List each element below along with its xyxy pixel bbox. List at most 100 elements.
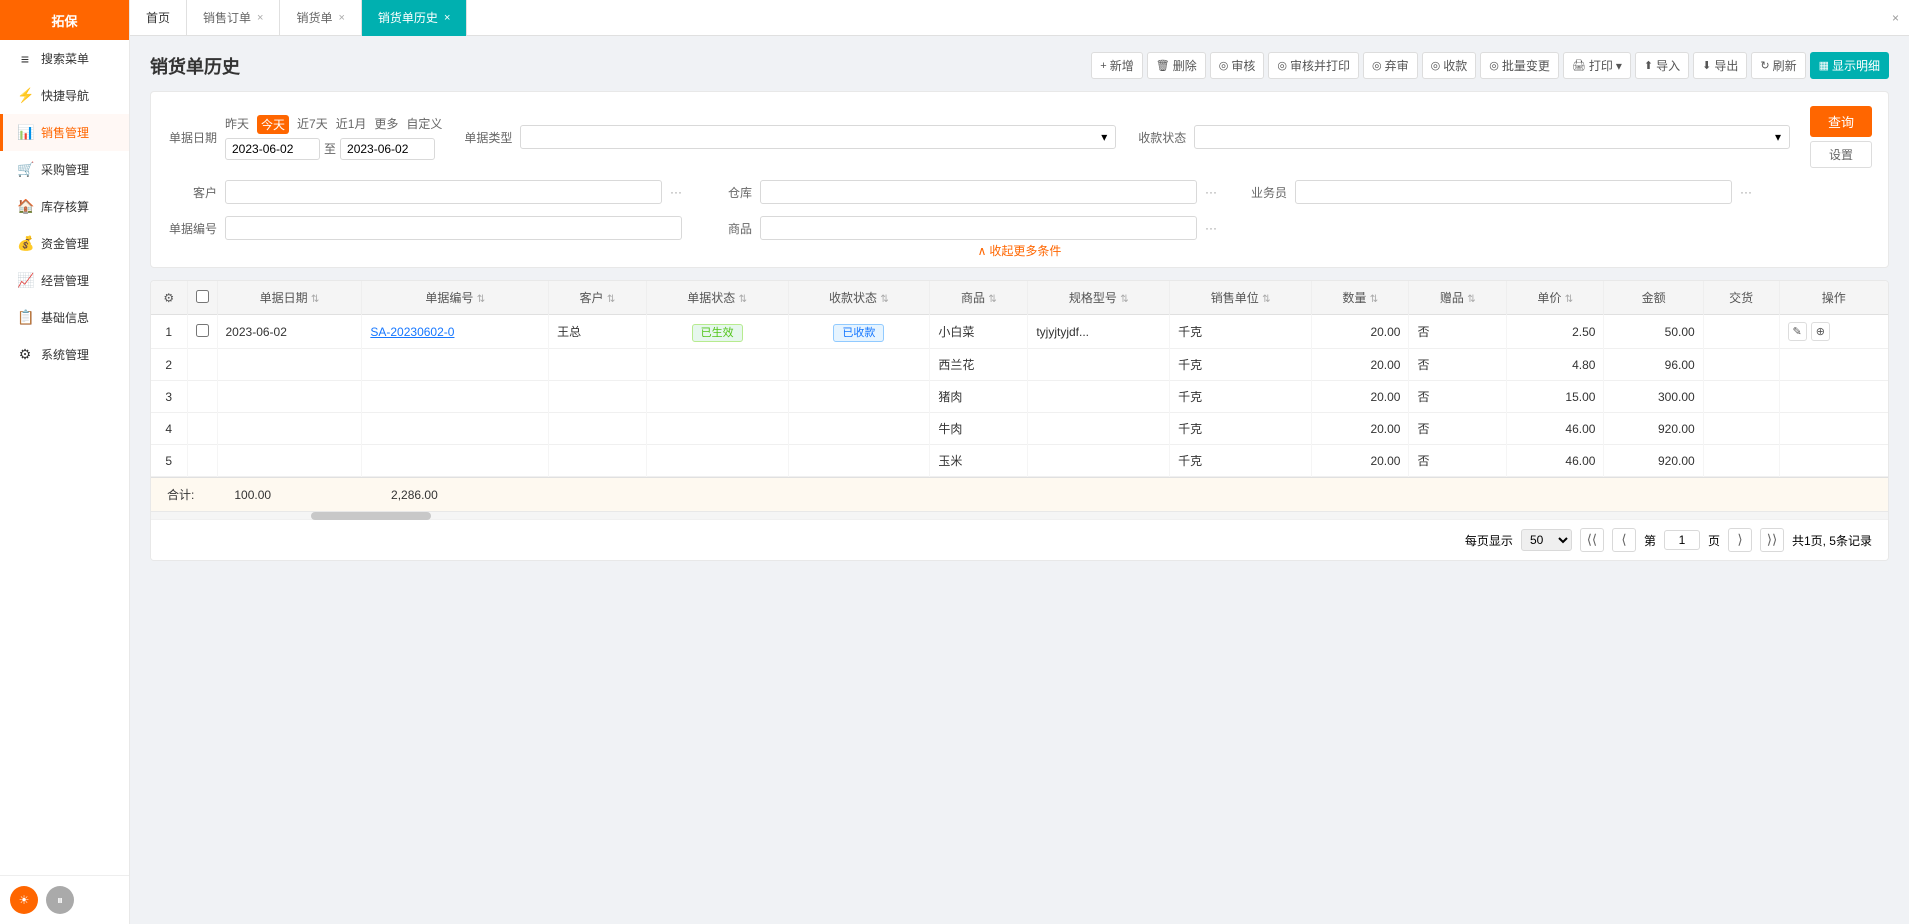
th-goods[interactable]: 商品 ⇅ — [930, 281, 1028, 315]
warehouse-input[interactable] — [760, 180, 1197, 204]
td-sales-unit: 千克 — [1170, 349, 1312, 381]
row-edit-btn[interactable]: ✎ — [1788, 322, 1807, 341]
tab-sales-order-close[interactable]: × — [257, 12, 263, 24]
sidebar-item-quick-nav[interactable]: ⚡ 快捷导航 — [0, 77, 129, 114]
tab-sales-goods[interactable]: 销货单 × — [280, 0, 361, 36]
warehouse-ellipsis[interactable]: ··· — [1205, 185, 1217, 199]
date-tab-today[interactable]: 今天 — [257, 115, 289, 134]
window-close-btn[interactable]: × — [1882, 11, 1909, 25]
prev-page-button[interactable]: ⟨ — [1612, 528, 1636, 552]
audit-print-label: 审核并打印 — [1290, 57, 1350, 74]
th-sales-unit[interactable]: 销售单位 ⇅ — [1170, 281, 1312, 315]
page-number-input[interactable] — [1664, 530, 1700, 550]
page-size-select[interactable]: 20 50 100 — [1521, 529, 1572, 551]
th-doc-status[interactable]: 单据状态 ⇅ — [646, 281, 788, 315]
th-doc-date[interactable]: 单据日期 ⇅ — [217, 281, 362, 315]
customer-ellipsis[interactable]: ··· — [670, 185, 682, 199]
show-detail-button[interactable]: ▦ 显示明细 — [1810, 52, 1889, 79]
doc-type-select[interactable]: ▾ — [520, 125, 1116, 149]
query-button[interactable]: 查询 — [1810, 106, 1872, 137]
sidebar-item-sys-mgmt[interactable]: ⚙ 系统管理 — [0, 336, 129, 373]
th-gift[interactable]: 赠品 ⇅ — [1409, 281, 1506, 315]
tab-home[interactable]: 首页 — [130, 0, 187, 36]
sidebar-item-basic-info[interactable]: 📋 基础信息 — [0, 299, 129, 336]
sidebar-item-finance-mgmt[interactable]: 💰 资金管理 — [0, 225, 129, 262]
sidebar-item-sales-mgmt[interactable]: 📊 销售管理 — [0, 114, 129, 151]
collapse-up-icon: ∧ — [978, 244, 987, 258]
audit-button[interactable]: ◎ 审核 — [1210, 52, 1265, 79]
goods-ellipsis[interactable]: ··· — [1205, 221, 1217, 235]
th-spec[interactable]: 规格型号 ⇅ — [1028, 281, 1170, 315]
date-tab-7days[interactable]: 近7天 — [297, 115, 328, 134]
tab-sales-history-close[interactable]: × — [444, 12, 450, 24]
refresh-button[interactable]: ↻ 刷新 — [1751, 52, 1805, 79]
row-copy-btn[interactable]: ⊕ — [1811, 322, 1830, 341]
batch-change-button[interactable]: ◎ 批量变更 — [1480, 52, 1559, 79]
doc-no-link[interactable]: SA-20230602-0 — [370, 325, 454, 339]
collect-icon: ◎ — [1431, 59, 1441, 72]
footer-total-amount: 2,286.00 — [391, 488, 438, 502]
td-gift: 否 — [1409, 413, 1506, 445]
customer-input[interactable] — [225, 180, 662, 204]
sort-unit-price-icon: ⇅ — [1565, 294, 1573, 305]
date-from-input[interactable] — [225, 138, 320, 160]
td-doc-date — [217, 349, 362, 381]
import-button[interactable]: ⬆ 导入 — [1635, 52, 1689, 79]
delete-button[interactable]: 🗑 删除 — [1147, 52, 1206, 79]
date-range: 昨天 今天 近7天 近1月 更多 自定义 至 — [225, 115, 442, 160]
table-row: 3 猪肉 千克 20.00 否 15.00 300.00 — [151, 381, 1888, 413]
sidebar-item-search-menu[interactable]: ≡ 搜索菜单 — [0, 40, 129, 77]
sidebar-item-inventory-calc[interactable]: 🏠 库存核算 — [0, 188, 129, 225]
abandon-button[interactable]: ◎ 弃审 — [1363, 52, 1418, 79]
select-all-checkbox[interactable] — [196, 290, 209, 303]
new-button[interactable]: + 新增 — [1091, 52, 1142, 79]
sidebar-bottom-btn2[interactable]: ⏸ — [46, 886, 74, 914]
sidebar-item-ops-mgmt[interactable]: 📈 经营管理 — [0, 262, 129, 299]
total-info: 共1页, 5条记录 — [1792, 532, 1872, 549]
filter-right-actions: 查询 设置 — [1810, 106, 1872, 168]
salesman-ellipsis[interactable]: ··· — [1740, 185, 1752, 199]
date-tab-1month[interactable]: 近1月 — [336, 115, 367, 134]
pay-status-select[interactable]: ▾ — [1194, 125, 1790, 149]
doc-no-input[interactable] — [225, 216, 682, 240]
last-page-button[interactable]: ⟩⟩ — [1760, 528, 1784, 552]
sort-gift-icon: ⇅ — [1467, 294, 1475, 305]
td-doc-status: 已生效 — [646, 315, 788, 349]
tab-home-label: 首页 — [146, 9, 170, 26]
th-customer[interactable]: 客户 ⇅ — [549, 281, 646, 315]
collapse-button[interactable]: ∧ 收起更多条件 — [167, 242, 1872, 259]
collect-button[interactable]: ◎ 收款 — [1422, 52, 1477, 79]
setting-button[interactable]: 设置 — [1810, 141, 1872, 168]
date-tab-custom[interactable]: 自定义 — [406, 115, 442, 134]
first-page-button[interactable]: ⟨⟨ — [1580, 528, 1604, 552]
export-button[interactable]: ⬇ 导出 — [1693, 52, 1747, 79]
th-spec-label: 规格型号 — [1069, 291, 1117, 305]
goods-input[interactable] — [760, 216, 1197, 240]
next-page-button[interactable]: ⟩ — [1728, 528, 1752, 552]
purchase-mgmt-icon: 🛒 — [17, 161, 33, 178]
audit-print-button[interactable]: ◎ 审核并打印 — [1268, 52, 1359, 79]
date-to-input[interactable] — [340, 138, 435, 160]
scrollbar-track[interactable] — [151, 511, 1888, 519]
date-tab-more[interactable]: 更多 — [374, 115, 398, 134]
th-unit-price[interactable]: 单价 ⇅ — [1506, 281, 1603, 315]
th-gear[interactable]: ⚙ — [151, 281, 187, 315]
tab-sales-order[interactable]: 销售订单 × — [187, 0, 280, 36]
tab-sales-history[interactable]: 销货单历史 × — [362, 0, 467, 36]
th-pay-status[interactable]: 收款状态 ⇅ — [788, 281, 930, 315]
date-tab-yesterday[interactable]: 昨天 — [225, 115, 249, 134]
sidebar-item-purchase-mgmt[interactable]: 🛒 采购管理 — [0, 151, 129, 188]
td-unit-price: 15.00 — [1506, 381, 1603, 413]
th-doc-no[interactable]: 单据编号 ⇅ — [362, 281, 549, 315]
th-actions-label: 操作 — [1822, 291, 1846, 305]
tab-sales-goods-close[interactable]: × — [338, 12, 344, 24]
salesman-input[interactable] — [1295, 180, 1732, 204]
pay-status-filter: 收款状态 ▾ — [1136, 125, 1790, 149]
th-qty[interactable]: 数量 ⇅ — [1312, 281, 1409, 315]
td-doc-status — [646, 445, 788, 477]
print-button[interactable]: 🖨 打印 ▾ — [1563, 52, 1631, 79]
quick-nav-icon: ⚡ — [17, 87, 33, 104]
scrollbar-thumb[interactable] — [311, 512, 431, 520]
sidebar-bottom-btn1[interactable]: ☀ — [10, 886, 38, 914]
row-checkbox[interactable] — [196, 324, 209, 337]
